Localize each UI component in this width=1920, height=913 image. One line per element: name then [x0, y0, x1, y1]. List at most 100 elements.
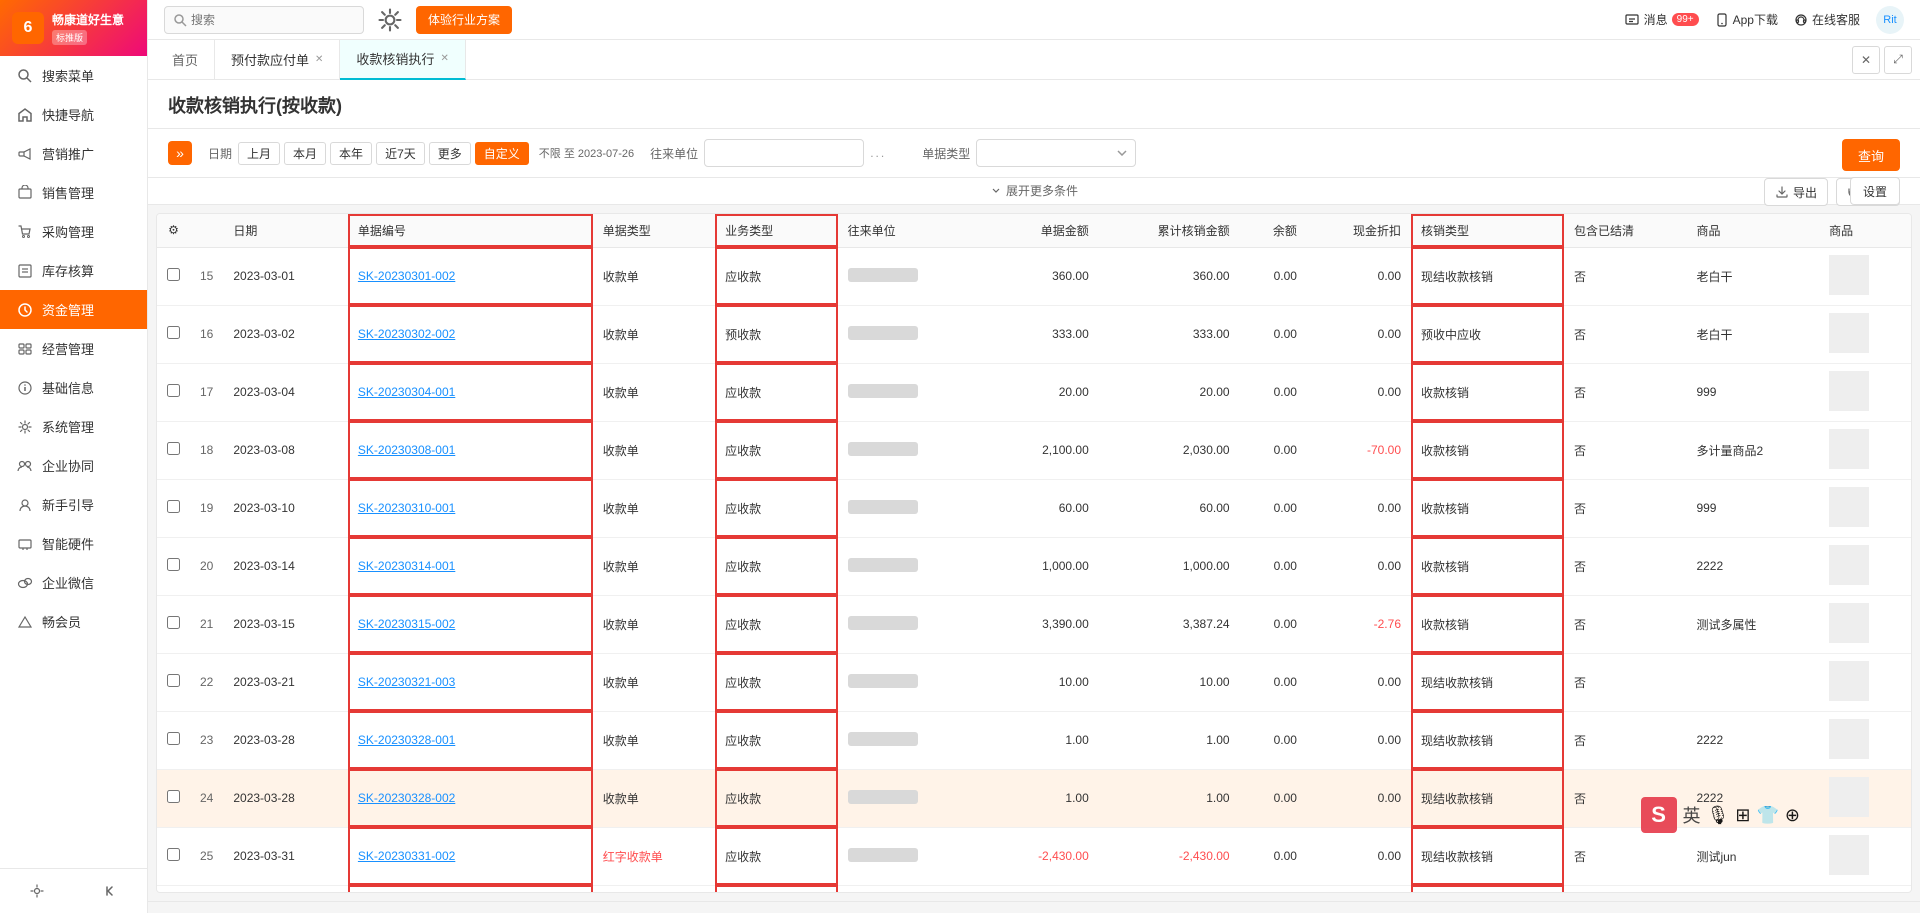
td-docno[interactable]: SK-20230315-002 — [348, 595, 593, 653]
table-row[interactable]: 21 2023-03-15 SK-20230315-002 收款单 应收款 3,… — [157, 595, 1911, 653]
sidebar-item-hardware[interactable]: 智能硬件 — [0, 524, 147, 563]
docno-link[interactable]: SK-20230314-001 — [358, 559, 455, 573]
th-cash-discount[interactable]: 现金折扣 — [1307, 214, 1411, 248]
sidebar-item-purchase[interactable]: 采购管理 — [0, 212, 147, 251]
filter-date-more[interactable]: 更多 — [429, 142, 471, 165]
docno-link[interactable]: SK-20230328-001 — [358, 733, 455, 747]
tab-fullscreen-button[interactable]: ⤢ — [1884, 46, 1912, 74]
td-docno[interactable]: SK-20230301-002 — [348, 247, 593, 305]
td-checkbox[interactable] — [157, 827, 190, 885]
sidebar-item-marketing[interactable]: 营销推广 — [0, 134, 147, 173]
row-checkbox[interactable] — [167, 500, 180, 513]
th-setting[interactable]: ⚙ — [157, 214, 190, 248]
th-date[interactable]: 日期 — [223, 214, 348, 248]
table-row[interactable]: 16 2023-03-02 SK-20230302-002 收款单 预收款 33… — [157, 305, 1911, 363]
table-row[interactable]: 20 2023-03-14 SK-20230314-001 收款单 应收款 1,… — [157, 537, 1911, 595]
td-docno[interactable]: SK-20230331-002 — [348, 827, 593, 885]
row-checkbox[interactable] — [167, 442, 180, 455]
filter-bill-type-select[interactable] — [976, 139, 1136, 167]
th-bill-type[interactable]: 单据类型 — [593, 214, 715, 248]
row-checkbox[interactable] — [167, 558, 180, 571]
filter-date-this-year[interactable]: 本年 — [330, 142, 372, 165]
filter-date-last-month[interactable]: 上月 — [238, 142, 280, 165]
docno-link[interactable]: SK-20230302-002 — [358, 327, 455, 341]
sidebar-item-system[interactable]: 系统管理 — [0, 407, 147, 446]
td-checkbox[interactable] — [157, 595, 190, 653]
td-docno[interactable]: SK-20230308-001 — [348, 421, 593, 479]
table-row[interactable]: 25 2023-03-31 SK-20230331-002 红字收款单 应收款 … — [157, 827, 1911, 885]
industry-solution-button[interactable]: 体验行业方案 — [416, 6, 512, 34]
sidebar-collapse-icon[interactable] — [96, 877, 124, 905]
td-docno[interactable]: SK-20230321-003 — [348, 653, 593, 711]
docno-link[interactable]: SK-20230308-001 — [358, 443, 455, 457]
row-checkbox[interactable] — [167, 326, 180, 339]
tab-home[interactable]: 首页 — [156, 40, 215, 80]
filter-date-custom[interactable]: 自定义 — [475, 142, 529, 165]
th-include-settled[interactable]: 包含已结清 — [1564, 214, 1686, 248]
tab-close-prepayment[interactable]: ✕ — [315, 54, 323, 65]
sidebar-item-inventory[interactable]: 库存核算 — [0, 251, 147, 290]
setting-button[interactable]: 设置 — [1850, 177, 1900, 205]
th-goods2[interactable]: 商品 — [1819, 214, 1911, 248]
td-docno[interactable]: SK-20230302-002 — [348, 305, 593, 363]
filter-toggle-button[interactable]: » — [168, 141, 192, 165]
td-docno[interactable]: SK-20230328-001 — [348, 711, 593, 769]
row-checkbox[interactable] — [167, 384, 180, 397]
td-docno[interactable]: SK-20230304-001 — [348, 363, 593, 421]
td-checkbox[interactable] — [157, 769, 190, 827]
docno-link[interactable]: SK-20230304-001 — [358, 385, 455, 399]
filter-date-last-7[interactable]: 近7天 — [376, 142, 425, 165]
th-docno[interactable]: 单据编号 — [348, 214, 593, 248]
row-checkbox[interactable] — [167, 268, 180, 281]
td-checkbox[interactable] — [157, 363, 190, 421]
row-checkbox[interactable] — [167, 732, 180, 745]
export-button[interactable]: 导出 — [1764, 178, 1828, 206]
th-goods[interactable]: 商品 — [1686, 214, 1819, 248]
td-checkbox[interactable] — [157, 537, 190, 595]
td-checkbox[interactable] — [157, 885, 190, 893]
table-row[interactable]: 26 2023-04-03 SK-20230403-002 收款单 预收款 20… — [157, 885, 1911, 893]
docno-link[interactable]: SK-20230328-002 — [358, 791, 455, 805]
table-row[interactable]: 23 2023-03-28 SK-20230328-001 收款单 应收款 1.… — [157, 711, 1911, 769]
sidebar-item-info[interactable]: 基础信息 — [0, 368, 147, 407]
topbar-search-box[interactable] — [164, 6, 364, 34]
tab-close-all-button[interactable]: ✕ — [1852, 46, 1880, 74]
th-unit[interactable]: 往来单位 — [838, 214, 991, 248]
td-checkbox[interactable] — [157, 247, 190, 305]
td-docno[interactable]: SK-20230403-002 — [348, 885, 593, 893]
td-checkbox[interactable] — [157, 305, 190, 363]
th-biz-type[interactable]: 业务类型 — [715, 214, 837, 248]
docno-link[interactable]: SK-20230301-002 — [358, 269, 455, 283]
td-checkbox[interactable] — [157, 421, 190, 479]
tab-collection[interactable]: 收款核销执行 ✕ — [340, 40, 465, 80]
docno-link[interactable]: SK-20230315-002 — [358, 617, 455, 631]
sidebar-settings-icon[interactable] — [23, 877, 51, 905]
row-checkbox[interactable] — [167, 674, 180, 687]
docno-link[interactable]: SK-20230310-001 — [358, 501, 455, 515]
sidebar-item-search[interactable]: 搜索菜单 — [0, 56, 147, 95]
row-checkbox[interactable] — [167, 790, 180, 803]
row-checkbox[interactable] — [167, 848, 180, 861]
th-cancel-type[interactable]: 核销类型 — [1411, 214, 1564, 248]
sidebar-item-sales[interactable]: 销售管理 — [0, 173, 147, 212]
sidebar-item-wechat[interactable]: 企业微信 — [0, 563, 147, 602]
td-checkbox[interactable] — [157, 711, 190, 769]
filter-date-this-month[interactable]: 本月 — [284, 142, 326, 165]
td-docno[interactable]: SK-20230328-002 — [348, 769, 593, 827]
sidebar-item-management[interactable]: 经营管理 — [0, 329, 147, 368]
table-row[interactable]: 18 2023-03-08 SK-20230308-001 收款单 应收款 2,… — [157, 421, 1911, 479]
tab-close-collection[interactable]: ✕ — [440, 53, 448, 64]
messages-button[interactable]: 消息 99+ — [1624, 11, 1699, 28]
sidebar-item-collab[interactable]: 企业协同 — [0, 446, 147, 485]
td-docno[interactable]: SK-20230310-001 — [348, 479, 593, 537]
td-docno[interactable]: SK-20230314-001 — [348, 537, 593, 595]
sidebar-item-nav[interactable]: 快捷导航 — [0, 95, 147, 134]
table-row[interactable]: 19 2023-03-10 SK-20230310-001 收款单 应收款 60… — [157, 479, 1911, 537]
th-balance[interactable]: 余额 — [1240, 214, 1307, 248]
sidebar-item-guide[interactable]: 新手引导 — [0, 485, 147, 524]
sidebar-item-finance[interactable]: 资金管理 — [0, 290, 147, 329]
docno-link[interactable]: SK-20230321-003 — [358, 675, 455, 689]
table-row[interactable]: 17 2023-03-04 SK-20230304-001 收款单 应收款 20… — [157, 363, 1911, 421]
th-amount[interactable]: 单据金额 — [991, 214, 1099, 248]
app-download-button[interactable]: App下载 — [1715, 11, 1778, 28]
